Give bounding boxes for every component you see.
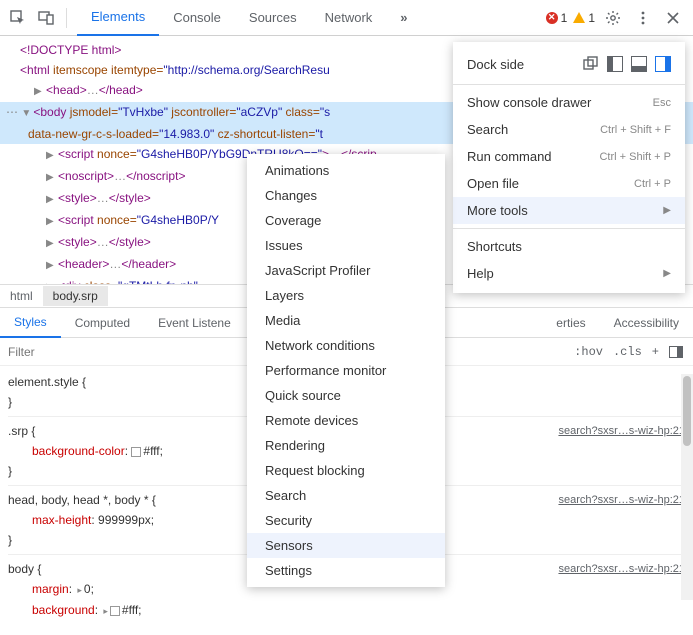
submenu-layers[interactable]: Layers (247, 283, 445, 308)
shortcut-label: Ctrl + Shift + F (600, 124, 671, 136)
close-icon[interactable] (661, 6, 685, 30)
warning-badge[interactable]: 1 (573, 11, 595, 25)
tab-sources[interactable]: Sources (235, 0, 311, 36)
menu-open-file[interactable]: Open fileCtrl + P (453, 170, 685, 197)
toolbar-right: ✕1 1 (546, 6, 693, 30)
more-tools-submenu: Animations Changes Coverage Issues JavaS… (247, 154, 445, 587)
submenu-security[interactable]: Security (247, 508, 445, 533)
menu-shortcuts[interactable]: Shortcuts (453, 233, 685, 260)
scrollbar[interactable] (681, 374, 693, 600)
submenu-rendering[interactable]: Rendering (247, 433, 445, 458)
submenu-settings[interactable]: Settings (247, 558, 445, 583)
stab-computed[interactable]: Computed (61, 308, 144, 338)
inspect-icon[interactable] (6, 6, 30, 30)
tab-elements[interactable]: Elements (77, 0, 159, 36)
css-value[interactable]: 0; (84, 582, 94, 596)
dock-side-label: Dock side (467, 57, 573, 72)
css-value[interactable]: 999999px; (98, 513, 154, 527)
submenu-network-conditions[interactable]: Network conditions (247, 333, 445, 358)
devtools-toolbar: Elements Console Sources Network » ✕1 1 (0, 0, 693, 36)
color-swatch[interactable] (110, 606, 120, 616)
submenu-changes[interactable]: Changes (247, 183, 445, 208)
cls-toggle[interactable]: .cls (613, 345, 642, 359)
main-menu: Dock side Show console drawerEsc SearchC… (453, 42, 685, 293)
submenu-search[interactable]: Search (247, 483, 445, 508)
css-prop[interactable]: background-color (8, 444, 125, 458)
hov-toggle[interactable]: :hov (574, 345, 603, 359)
device-toggle-icon[interactable] (34, 6, 58, 30)
separator (66, 8, 67, 28)
menu-search[interactable]: SearchCtrl + Shift + F (453, 116, 685, 143)
stab-event-listeners[interactable]: Event Listene (144, 308, 245, 338)
settings-icon[interactable] (601, 6, 625, 30)
submenu-quick-source[interactable]: Quick source (247, 383, 445, 408)
crumb-body[interactable]: body.srp (43, 286, 108, 306)
submenu-performance-monitor[interactable]: Performance monitor (247, 358, 445, 383)
styles-filter-input[interactable] (0, 341, 200, 363)
css-prop[interactable]: max-height (8, 513, 91, 527)
stab-accessibility[interactable]: Accessibility (600, 308, 693, 338)
dock-undock-icon[interactable] (583, 56, 599, 72)
tab-console[interactable]: Console (159, 0, 235, 36)
submenu-sensors[interactable]: Sensors (247, 533, 445, 558)
submenu-coverage[interactable]: Coverage (247, 208, 445, 233)
computed-sidebar-icon[interactable] (669, 346, 683, 358)
menu-run-command[interactable]: Run commandCtrl + Shift + P (453, 143, 685, 170)
submenu-javascript-profiler[interactable]: JavaScript Profiler (247, 258, 445, 283)
shortcut-label: Ctrl + P (634, 178, 671, 190)
main-tabs: Elements Console Sources Network » (77, 0, 422, 36)
tab-network[interactable]: Network (311, 0, 387, 36)
tabs-overflow-icon[interactable]: » (386, 0, 421, 36)
stab-styles[interactable]: Styles (0, 308, 61, 338)
dock-side-row: Dock side (453, 48, 685, 80)
dock-bottom-icon[interactable] (631, 56, 647, 72)
submenu-media[interactable]: Media (247, 308, 445, 333)
color-swatch[interactable] (131, 447, 141, 457)
menu-separator (453, 228, 685, 229)
warning-count: 1 (588, 11, 595, 25)
shortcut-label: Esc (653, 97, 671, 109)
rule-source-link[interactable]: search?sxsr…s-wiz-hp:21 (558, 490, 685, 510)
rule-source-link[interactable]: search?sxsr…s-wiz-hp:21 (558, 559, 685, 579)
menu-separator (453, 84, 685, 85)
error-badge[interactable]: ✕1 (546, 11, 568, 25)
chevron-right-icon: ▶ (663, 268, 671, 279)
submenu-issues[interactable]: Issues (247, 233, 445, 258)
menu-show-console[interactable]: Show console drawerEsc (453, 89, 685, 116)
css-value[interactable]: #fff; (143, 444, 163, 458)
error-count: 1 (561, 11, 568, 25)
css-value[interactable]: #fff; (122, 603, 142, 617)
submenu-remote-devices[interactable]: Remote devices (247, 408, 445, 433)
shortcut-label: Ctrl + Shift + P (599, 151, 671, 163)
dock-right-icon[interactable] (655, 56, 671, 72)
submenu-animations[interactable]: Animations (247, 158, 445, 183)
new-rule-icon[interactable]: + (652, 345, 659, 359)
crumb-html[interactable]: html (0, 286, 43, 306)
kebab-menu-icon[interactable] (631, 6, 655, 30)
submenu-request-blocking[interactable]: Request blocking (247, 458, 445, 483)
dock-left-icon[interactable] (607, 56, 623, 72)
chevron-right-icon: ▶ (663, 205, 671, 216)
menu-help[interactable]: Help▶ (453, 260, 685, 287)
rule-source-link[interactable]: search?sxsr…s-wiz-hp:21 (558, 421, 685, 441)
css-prop[interactable]: margin (8, 582, 69, 596)
menu-more-tools[interactable]: More tools▶ (453, 197, 685, 224)
stab-properties[interactable]: erties (542, 308, 599, 338)
scrollbar-thumb[interactable] (683, 376, 691, 446)
css-prop[interactable]: background (8, 603, 95, 617)
toolbar-left-icons (0, 6, 77, 30)
